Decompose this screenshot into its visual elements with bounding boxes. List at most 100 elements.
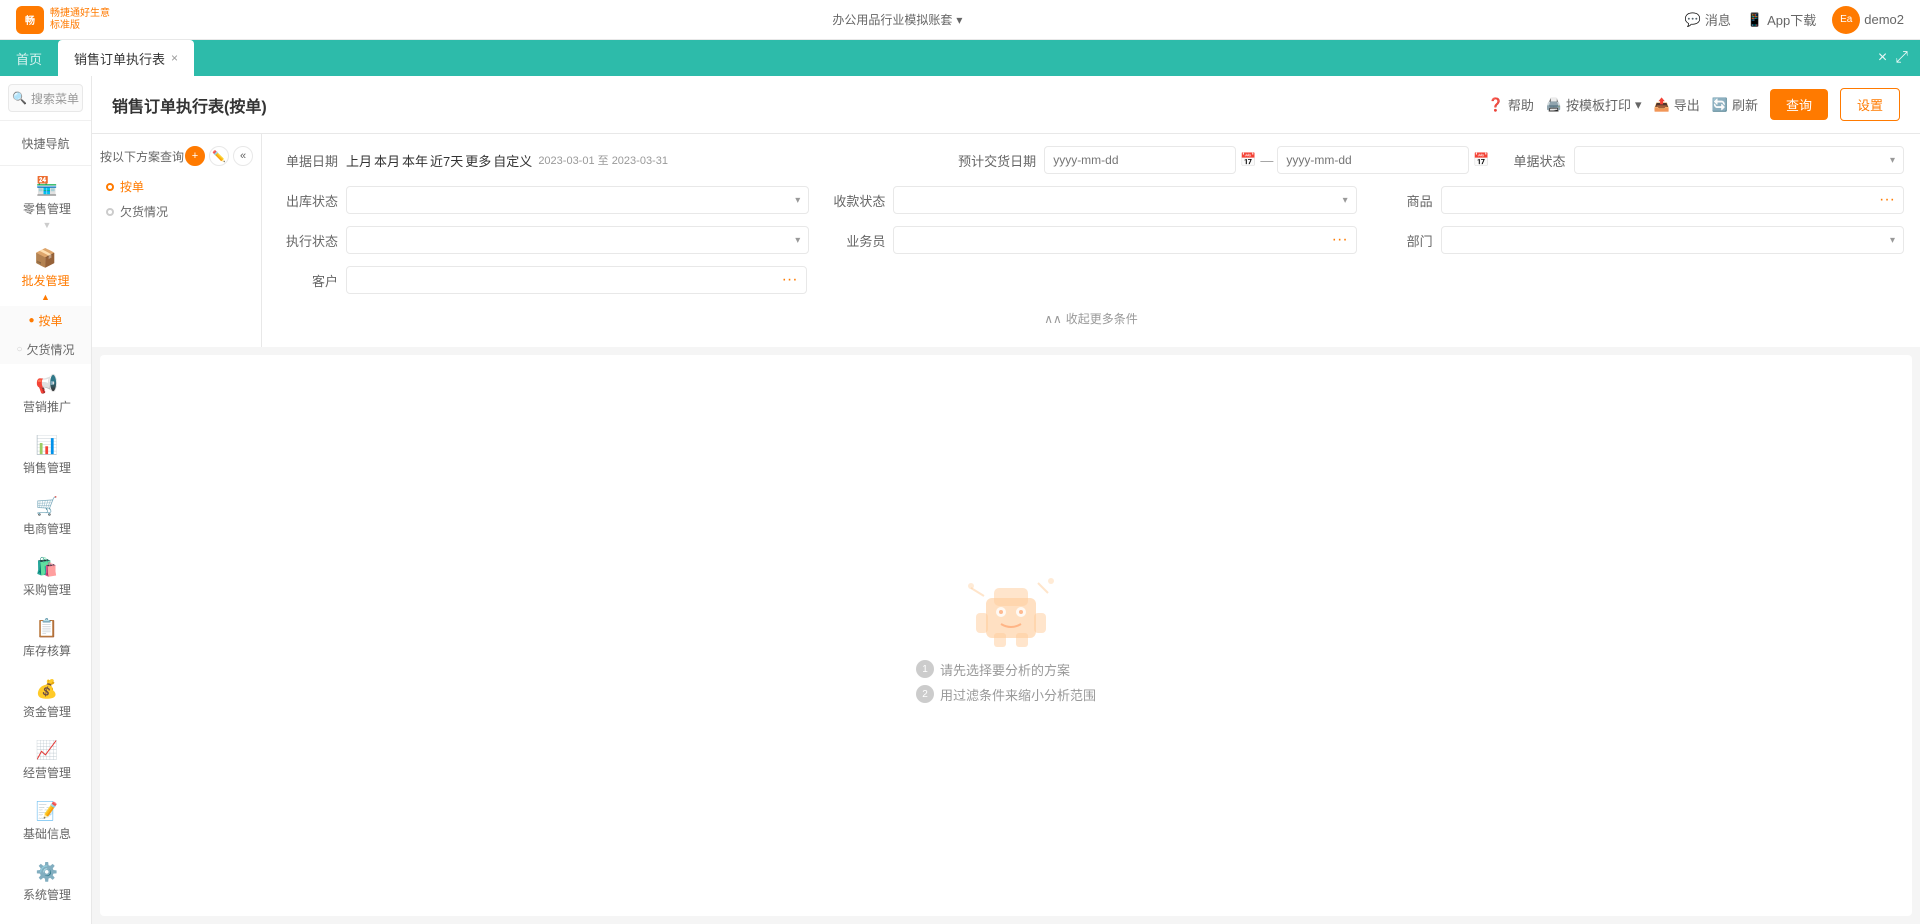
- user-area[interactable]: Ea demo2: [1832, 6, 1904, 34]
- filter-row-4: 客户 ···: [278, 266, 1904, 294]
- sidebar-sub-item-debt[interactable]: ○ 欠货情况: [0, 335, 91, 364]
- scheme-collapse-btn[interactable]: «: [233, 146, 253, 166]
- sidebar-item-enterprise[interactable]: 🤝 企业协同: [0, 913, 91, 924]
- salesperson-dots[interactable]: ···: [1332, 231, 1348, 249]
- search-menu-btn[interactable]: 🔍 搜索菜单: [8, 84, 83, 112]
- shortcut-label: 快捷导航: [21, 135, 69, 152]
- sidebar-item-finance[interactable]: 💰 资金管理: [0, 669, 91, 730]
- sidebar-item-shortcut[interactable]: 快捷导航: [0, 127, 91, 159]
- department-label: 部门: [1373, 231, 1433, 250]
- sidebar-item-basic[interactable]: 📝 基础信息: [0, 791, 91, 852]
- sidebar-item-marketing[interactable]: 📢 营销推广: [0, 364, 91, 425]
- message-icon: 💬: [1685, 12, 1701, 28]
- filter-department-field: 部门 ▾: [1373, 226, 1904, 254]
- sidebar-item-wholesale[interactable]: 📦 批发管理 ▲: [0, 240, 91, 306]
- empty-tip-2: 2 用过滤条件来缩小分析范围: [916, 685, 1096, 704]
- expected-date-to-input[interactable]: [1277, 146, 1469, 174]
- query-button[interactable]: 查询: [1770, 89, 1828, 120]
- goods-dots[interactable]: ···: [1879, 191, 1895, 209]
- department-chevron-icon: ▾: [1890, 235, 1895, 246]
- filter-expected-date-field: 预计交货日期 📅 — 📅: [958, 146, 1489, 174]
- payment-select[interactable]: ▾: [893, 186, 1356, 214]
- scheme-edit-btn[interactable]: ✏️: [209, 146, 229, 166]
- exec-label: 执行状态: [278, 231, 338, 250]
- sidebar-item-ecommerce[interactable]: 🛒 电商管理: [0, 486, 91, 547]
- filter-row-2: 出库状态 ▾ 收款状态 ▾ 商品: [278, 186, 1904, 214]
- filter-row-1: 单据日期 上月 本月 本年 近7天 更多 自定义 2023-03-01 至 20…: [278, 146, 1904, 174]
- window-restore-icon[interactable]: ⤢: [1895, 49, 1908, 67]
- sidebar-sub-item-order[interactable]: ● 按单: [0, 306, 91, 335]
- exec-select[interactable]: ▾: [346, 226, 809, 254]
- filter-salesperson-field: 业务员 ···: [825, 226, 1356, 254]
- export-btn[interactable]: 📤 导出: [1654, 95, 1700, 114]
- inventory-icon: 📋: [36, 618, 58, 639]
- filter-goods-field: 商品 ···: [1373, 186, 1904, 214]
- wholesale-arrow-icon: ▲: [41, 292, 50, 302]
- customer-dots[interactable]: ···: [782, 271, 798, 289]
- order-status-select[interactable]: ▾: [1574, 146, 1905, 174]
- customer-select[interactable]: ···: [346, 266, 807, 294]
- marketing-icon: 📢: [36, 374, 58, 395]
- order-label: 按单: [39, 312, 63, 329]
- date-tab-7days[interactable]: 近7天: [430, 151, 463, 170]
- department-select[interactable]: ▾: [1441, 226, 1904, 254]
- scheme-debt-dot-icon: [106, 208, 114, 216]
- goods-select[interactable]: ···: [1441, 186, 1904, 214]
- scheme-item-order[interactable]: 按单: [100, 174, 253, 199]
- customer-label: 客户: [278, 271, 338, 290]
- app-download-btn[interactable]: 📱 App下载: [1747, 10, 1816, 29]
- tab-home-label: 首页: [16, 49, 42, 68]
- date-tab-this-year[interactable]: 本年: [402, 151, 428, 170]
- sales-icon: 📊: [36, 435, 58, 456]
- export-icon: 📤: [1654, 97, 1670, 113]
- refresh-btn[interactable]: 🔄 刷新: [1712, 95, 1758, 114]
- date-tab-more[interactable]: 更多: [465, 151, 491, 170]
- collapse-label: 收起更多条件: [1066, 310, 1138, 327]
- scheme-item-debt[interactable]: 欠货情况: [100, 199, 253, 224]
- help-icon: ❓: [1488, 97, 1504, 113]
- order-dot-icon: ●: [28, 315, 34, 326]
- date-tab-custom[interactable]: 自定义: [493, 151, 532, 170]
- window-close-icon[interactable]: ×: [1878, 49, 1887, 67]
- scheme-order-label: 按单: [120, 178, 144, 195]
- template-print-arrow-icon: ▾: [1635, 97, 1642, 113]
- tab-active[interactable]: 销售订单执行表 ×: [58, 40, 194, 76]
- scheme-add-btn[interactable]: +: [185, 146, 205, 166]
- content: 销售订单执行表(按单) ❓ 帮助 🖨️ 按模板打印 ▾ 📤 导出 🔄 刷新: [92, 76, 1920, 924]
- salesperson-select[interactable]: ···: [893, 226, 1356, 254]
- template-print-btn[interactable]: 🖨️ 按模板打印 ▾: [1546, 95, 1642, 114]
- sidebar-item-inventory[interactable]: 📋 库存核算: [0, 608, 91, 669]
- tab-home[interactable]: 首页: [0, 40, 58, 76]
- system-label: 系统管理: [23, 886, 71, 903]
- filter-shipment-field: 出库状态 ▾: [278, 186, 809, 214]
- message-btn[interactable]: 💬 消息: [1685, 10, 1731, 29]
- sidebar-item-system[interactable]: ⚙️ 系统管理: [0, 852, 91, 913]
- date-tab-last-month[interactable]: 上月: [346, 151, 372, 170]
- calendar-to-icon: 📅: [1473, 152, 1489, 168]
- sidebar-shortcut: 快捷导航: [0, 121, 91, 166]
- search-menu-label: 搜索菜单: [31, 90, 79, 107]
- collapse-btn[interactable]: ∧∧ 收起更多条件: [1044, 310, 1138, 327]
- tabs-bar: 首页 销售订单执行表 × × ⤢: [0, 40, 1920, 76]
- date-tab-this-month[interactable]: 本月: [374, 151, 400, 170]
- filter-customer-field: 客户 ···: [278, 266, 807, 294]
- debt-label: 欠货情况: [27, 341, 75, 358]
- message-label: 消息: [1705, 10, 1731, 29]
- sidebar-item-operation[interactable]: 📈 经营管理: [0, 730, 91, 791]
- expected-date-from-input[interactable]: [1044, 146, 1236, 174]
- topbar-center[interactable]: 办公用品行业模拟账套 ▾: [832, 11, 962, 28]
- logo-icon: 畅: [16, 6, 44, 34]
- setting-button[interactable]: 设置: [1840, 88, 1900, 121]
- payment-label: 收款状态: [825, 191, 885, 210]
- print-icon: 🖨️: [1546, 97, 1562, 113]
- tab-close-icon[interactable]: ×: [171, 51, 178, 65]
- sidebar-item-sales[interactable]: 📊 销售管理: [0, 425, 91, 486]
- shipment-select[interactable]: ▾: [346, 186, 809, 214]
- empty-tips: 1 请先选择要分析的方案 2 用过滤条件来缩小分析范围: [916, 660, 1096, 704]
- help-btn[interactable]: ❓ 帮助: [1488, 95, 1534, 114]
- scheme-title-label: 按以下方案查询: [100, 148, 184, 165]
- calendar-from-icon: 📅: [1240, 152, 1256, 168]
- sidebar-item-retail[interactable]: 🏪 零售管理 ▼: [0, 166, 91, 240]
- sidebar-search: 🔍 搜索菜单: [0, 76, 91, 121]
- sidebar-item-purchase[interactable]: 🛍️ 采购管理: [0, 547, 91, 608]
